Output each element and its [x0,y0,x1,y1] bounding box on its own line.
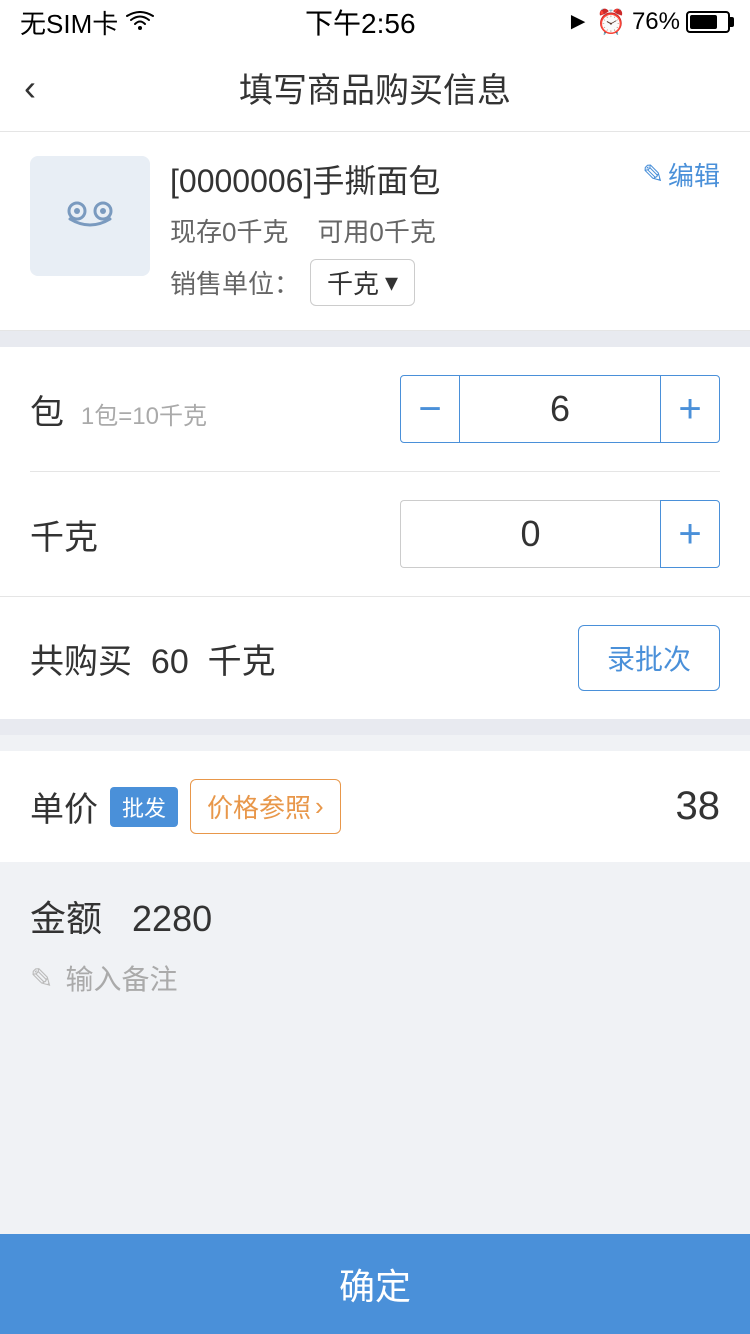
price-section: 单价 批发 价格参照 › 38 [0,751,750,862]
price-label: 单价 [30,782,98,831]
product-info: [0000006]手撕面包 ✎ 编辑 现存0千克 可用0千克 销售单位： 千克 … [170,156,720,306]
product-thumbnail [30,156,150,276]
unit-label: 销售单位： [170,264,300,301]
product-card: [0000006]手撕面包 ✎ 编辑 现存0千克 可用0千克 销售单位： 千克 … [0,132,750,331]
product-top: [0000006]手撕面包 ✎ 编辑 [170,156,720,212]
unit-value: 千克 [327,264,379,301]
record-batch-button[interactable]: 录批次 [578,625,720,691]
bag-decrement-button[interactable]: − [400,375,460,443]
carrier-text: 无SIM卡 [20,4,118,41]
battery-icon [686,11,730,33]
status-right: ► ⏰ 76% [566,8,730,37]
wifi-icon [126,7,154,38]
back-button[interactable]: ‹ [24,67,36,109]
total-amount: 60 [151,643,189,681]
status-time: 下午2:56 [305,2,416,42]
total-unit: 千克 [208,643,276,681]
confirm-bar[interactable]: 确定 [0,1234,750,1334]
edit-icon: ✎ [642,159,664,190]
page-title: 填写商品购买信息 [239,63,511,112]
total-prefix: 共购买 [30,643,132,681]
bag-increment-button[interactable]: + [660,375,720,443]
product-name: [0000006]手撕面包 [170,156,440,202]
kg-increment-button[interactable]: + [660,500,720,568]
price-value: 38 [676,784,721,829]
price-ref-arrow-icon: › [315,791,324,822]
bag-sublabel: 1包=10千克 [81,403,207,430]
chevron-down-icon: ▾ [385,267,398,298]
section-divider-2 [0,719,750,735]
bag-quantity-row: 包 1包=10千克 − + [30,347,720,472]
pencil-icon: ✎ [30,962,53,995]
status-left: 无SIM卡 [20,4,154,41]
total-text: 共购买 60 千克 [30,634,276,683]
remark-placeholder: 输入备注 [65,958,177,998]
stock-current: 现存0千克 [170,217,288,247]
kg-quantity-control: + [400,500,720,568]
kg-label: 千克 [30,510,98,559]
battery-percent: 76% [632,8,680,36]
bag-label-group: 包 1包=10千克 [30,385,207,434]
price-badge: 批发 [110,787,178,827]
edit-label: 编辑 [668,156,720,193]
price-label-group: 单价 批发 价格参照 › [30,779,341,834]
amount-section: 金额 2280 ✎ 输入备注 [0,862,750,1026]
amount-label: 金额 [30,898,102,939]
price-ref-label: 价格参照 [207,788,311,825]
total-row: 共购买 60 千克 录批次 [0,596,750,719]
unit-selector[interactable]: 千克 ▾ [310,259,415,306]
kg-quantity-input[interactable] [400,500,660,568]
product-stock: 现存0千克 可用0千克 [170,212,720,249]
status-bar: 无SIM卡 下午2:56 ► ⏰ 76% [0,0,750,44]
product-unit: 销售单位： 千克 ▾ [170,259,720,306]
amount-value: 2280 [132,898,212,939]
edit-button[interactable]: ✎ 编辑 [642,156,720,193]
bag-quantity-input[interactable] [460,375,660,443]
bag-label: 包 [30,394,64,432]
alarm-icon: ⏰ [596,8,626,37]
location-icon: ► [566,8,590,36]
price-ref-button[interactable]: 价格参照 › [190,779,341,834]
remark-row[interactable]: ✎ 输入备注 [30,958,720,998]
section-divider-1 [0,331,750,347]
stock-available: 可用0千克 [317,217,435,247]
nav-bar: ‹ 填写商品购买信息 [0,44,750,132]
bottom-space [0,1026,750,1226]
amount-row: 金额 2280 [30,890,720,942]
confirm-button-label: 确定 [339,1258,411,1310]
bag-quantity-control: − + [400,375,720,443]
quantity-section: 包 1包=10千克 − + 千克 + [0,347,750,596]
kg-quantity-row: 千克 + [30,472,720,596]
